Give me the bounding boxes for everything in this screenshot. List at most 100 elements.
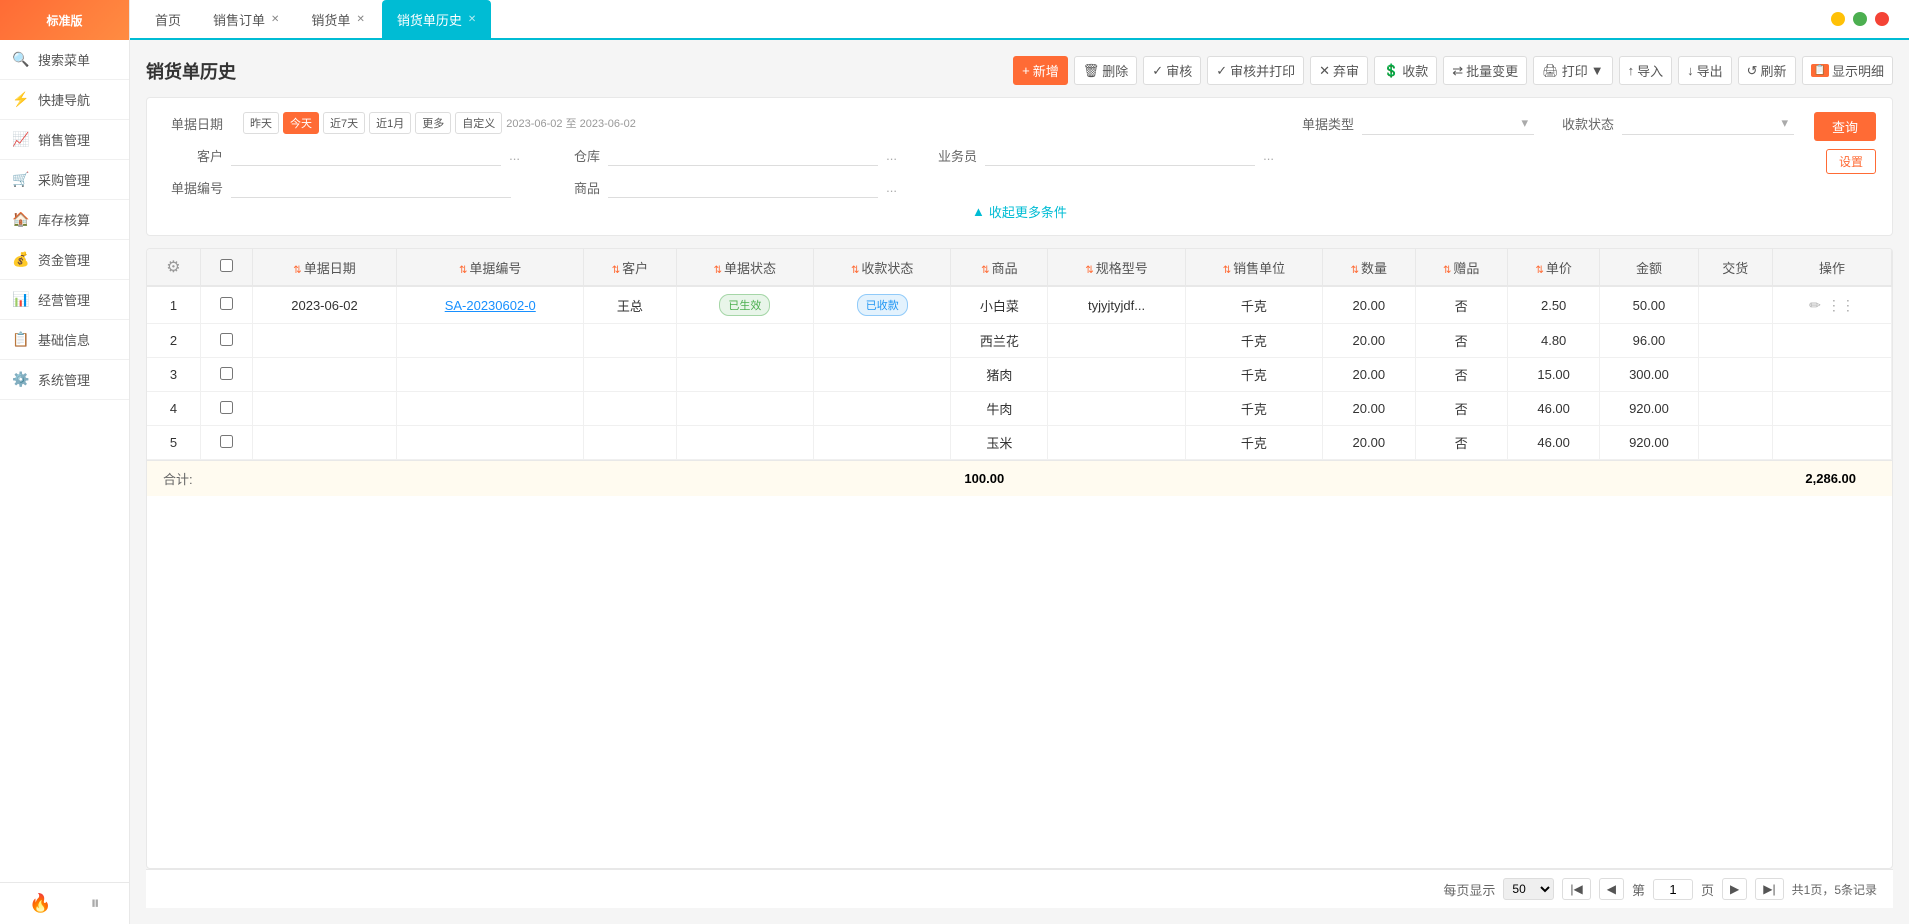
row-action[interactable] bbox=[1772, 392, 1891, 426]
salesperson-input[interactable] bbox=[985, 144, 1255, 166]
more-icon[interactable]: ⋮⋮ bbox=[1824, 297, 1858, 313]
sidebar-item-search-menu[interactable]: 🔍 搜索菜单 bbox=[0, 40, 129, 80]
page-next-btn[interactable]: ▶ bbox=[1722, 878, 1747, 900]
row-action[interactable] bbox=[1772, 426, 1891, 460]
row-checkbox-2[interactable] bbox=[220, 367, 233, 380]
date-today[interactable]: 今天 bbox=[283, 112, 319, 134]
row-transaction bbox=[1698, 426, 1772, 460]
tab-sales-history-close[interactable]: ✕ bbox=[468, 14, 476, 25]
row-checkbox[interactable] bbox=[200, 426, 252, 460]
filter-row-docno: 单据编号 商品 ... bbox=[163, 176, 1274, 198]
sidebar-item-base-info[interactable]: 📋 基础信息 bbox=[0, 320, 129, 360]
import-button[interactable]: ↑ 导入 bbox=[1619, 56, 1673, 85]
customer-input[interactable] bbox=[231, 144, 501, 166]
col-doc-no[interactable]: ⇅单据编号 bbox=[397, 249, 584, 286]
sidebar-item-purchase[interactable]: 🛒 采购管理 bbox=[0, 160, 129, 200]
col-settings[interactable]: ⚙ bbox=[147, 249, 200, 286]
date-custom[interactable]: 自定义 bbox=[455, 112, 502, 134]
warehouse-input[interactable] bbox=[608, 144, 878, 166]
window-maximize[interactable] bbox=[1853, 12, 1867, 26]
tab-home[interactable]: 首页 bbox=[140, 0, 196, 38]
sidebar-item-operations[interactable]: 📊 经营管理 bbox=[0, 280, 129, 320]
goods-dots[interactable]: ... bbox=[886, 180, 897, 195]
tab-sales-order[interactable]: 销售订单 ✕ bbox=[198, 0, 294, 38]
add-button[interactable]: + 新增 bbox=[1013, 56, 1068, 85]
row-checkbox-0[interactable] bbox=[220, 297, 233, 310]
docno-input[interactable] bbox=[231, 176, 511, 198]
tab-sales-delivery[interactable]: 销货单 ✕ bbox=[296, 0, 379, 38]
row-action[interactable] bbox=[1772, 324, 1891, 358]
window-close[interactable] bbox=[1875, 12, 1889, 26]
page-first-btn[interactable]: |◀ bbox=[1562, 878, 1590, 900]
audit-button[interactable]: ✓ 审核 bbox=[1143, 56, 1201, 85]
payment-dropdown-icon[interactable]: ▾ bbox=[1781, 115, 1788, 131]
page-last-btn[interactable]: ▶| bbox=[1755, 878, 1783, 900]
sidebar-item-quick-nav[interactable]: ⚡ 快捷导航 bbox=[0, 80, 129, 120]
sidebar-pause-icon[interactable]: ⏸ bbox=[91, 893, 100, 914]
row-checkbox-4[interactable] bbox=[220, 435, 233, 448]
row-checkbox[interactable] bbox=[200, 286, 252, 324]
row-goods: 猪肉 bbox=[951, 358, 1048, 392]
select-all-checkbox[interactable] bbox=[220, 259, 233, 272]
warehouse-dots[interactable]: ... bbox=[886, 148, 897, 163]
export-button[interactable]: ↓ 导出 bbox=[1678, 56, 1732, 85]
sidebar-gear-icon[interactable]: 🔥 bbox=[29, 893, 51, 914]
col-goods[interactable]: ⇅商品 bbox=[951, 249, 1048, 286]
sidebar-item-label: 销售管理 bbox=[38, 130, 90, 149]
row-checkbox[interactable] bbox=[200, 392, 252, 426]
row-doc-no[interactable] bbox=[397, 358, 584, 392]
row-checkbox-1[interactable] bbox=[220, 333, 233, 346]
col-customer[interactable]: ⇅客户 bbox=[584, 249, 676, 286]
doctype-dropdown-icon[interactable]: ▾ bbox=[1521, 115, 1528, 131]
refresh-button[interactable]: ↺ 刷新 bbox=[1738, 56, 1796, 85]
date-1month[interactable]: 近1月 bbox=[369, 112, 411, 134]
date-7days[interactable]: 近7天 bbox=[323, 112, 365, 134]
set-button[interactable]: 设置 bbox=[1826, 149, 1876, 174]
row-doc-no[interactable] bbox=[397, 426, 584, 460]
row-doc-no[interactable] bbox=[397, 392, 584, 426]
edit-icon[interactable]: ✏ bbox=[1806, 297, 1824, 313]
row-checkbox-3[interactable] bbox=[220, 401, 233, 414]
audit-print-button[interactable]: ✓ 审核并打印 bbox=[1207, 56, 1304, 85]
page-number-input[interactable] bbox=[1653, 879, 1693, 900]
col-unit[interactable]: ⇅销售单位 bbox=[1185, 249, 1322, 286]
row-doc-date bbox=[252, 358, 396, 392]
doc-no-link[interactable]: SA-20230602-0 bbox=[445, 298, 536, 313]
row-checkbox[interactable] bbox=[200, 324, 252, 358]
query-button[interactable]: 查询 bbox=[1814, 112, 1876, 141]
col-qty[interactable]: ⇅数量 bbox=[1323, 249, 1415, 286]
goods-input[interactable] bbox=[608, 176, 878, 198]
row-action[interactable]: ✏⋮⋮ bbox=[1772, 286, 1891, 324]
col-payment-status[interactable]: ⇅收款状态 bbox=[814, 249, 951, 286]
col-doc-date[interactable]: ⇅单据日期 bbox=[252, 249, 396, 286]
row-action[interactable] bbox=[1772, 358, 1891, 392]
date-more[interactable]: 更多 bbox=[415, 112, 451, 134]
sidebar-item-system[interactable]: ⚙️ 系统管理 bbox=[0, 360, 129, 400]
row-doc-no[interactable] bbox=[397, 324, 584, 358]
window-minimize[interactable] bbox=[1831, 12, 1845, 26]
salesperson-dots[interactable]: ... bbox=[1263, 148, 1274, 163]
sidebar-item-inventory[interactable]: 🏠 库存核算 bbox=[0, 200, 129, 240]
col-gift[interactable]: ⇅赠品 bbox=[1415, 249, 1507, 286]
collapse-button[interactable]: ▲ 收起更多条件 bbox=[163, 202, 1876, 221]
col-price[interactable]: ⇅单价 bbox=[1507, 249, 1599, 286]
sidebar-item-finance[interactable]: 💰 资金管理 bbox=[0, 240, 129, 280]
delete-button[interactable]: 🗑 删除 bbox=[1074, 56, 1138, 85]
collect-button[interactable]: 💲 收款 bbox=[1374, 56, 1437, 85]
col-spec[interactable]: ⇅规格型号 bbox=[1048, 249, 1185, 286]
tab-sales-delivery-close[interactable]: ✕ bbox=[356, 14, 364, 25]
page-prev-btn[interactable]: ◀ bbox=[1599, 878, 1624, 900]
tab-sales-order-close[interactable]: ✕ bbox=[271, 14, 279, 25]
col-doc-status[interactable]: ⇅单据状态 bbox=[676, 249, 813, 286]
show-detail-button[interactable]: 📋 显示明细 bbox=[1802, 56, 1893, 85]
page-size-select[interactable]: 50 100 bbox=[1503, 878, 1554, 900]
batch-change-button[interactable]: ⇄ 批量变更 bbox=[1443, 56, 1527, 85]
abandon-button[interactable]: ✕ 弃审 bbox=[1310, 56, 1368, 85]
customer-dots[interactable]: ... bbox=[509, 148, 520, 163]
print-button[interactable]: 🖨 打印 ▼ bbox=[1533, 56, 1612, 85]
tab-sales-history[interactable]: 销货单历史 ✕ bbox=[382, 0, 491, 38]
date-yesterday[interactable]: 昨天 bbox=[243, 112, 279, 134]
sidebar-item-sales[interactable]: 📈 销售管理 bbox=[0, 120, 129, 160]
row-doc-no[interactable]: SA-20230602-0 bbox=[397, 286, 584, 324]
row-checkbox[interactable] bbox=[200, 358, 252, 392]
